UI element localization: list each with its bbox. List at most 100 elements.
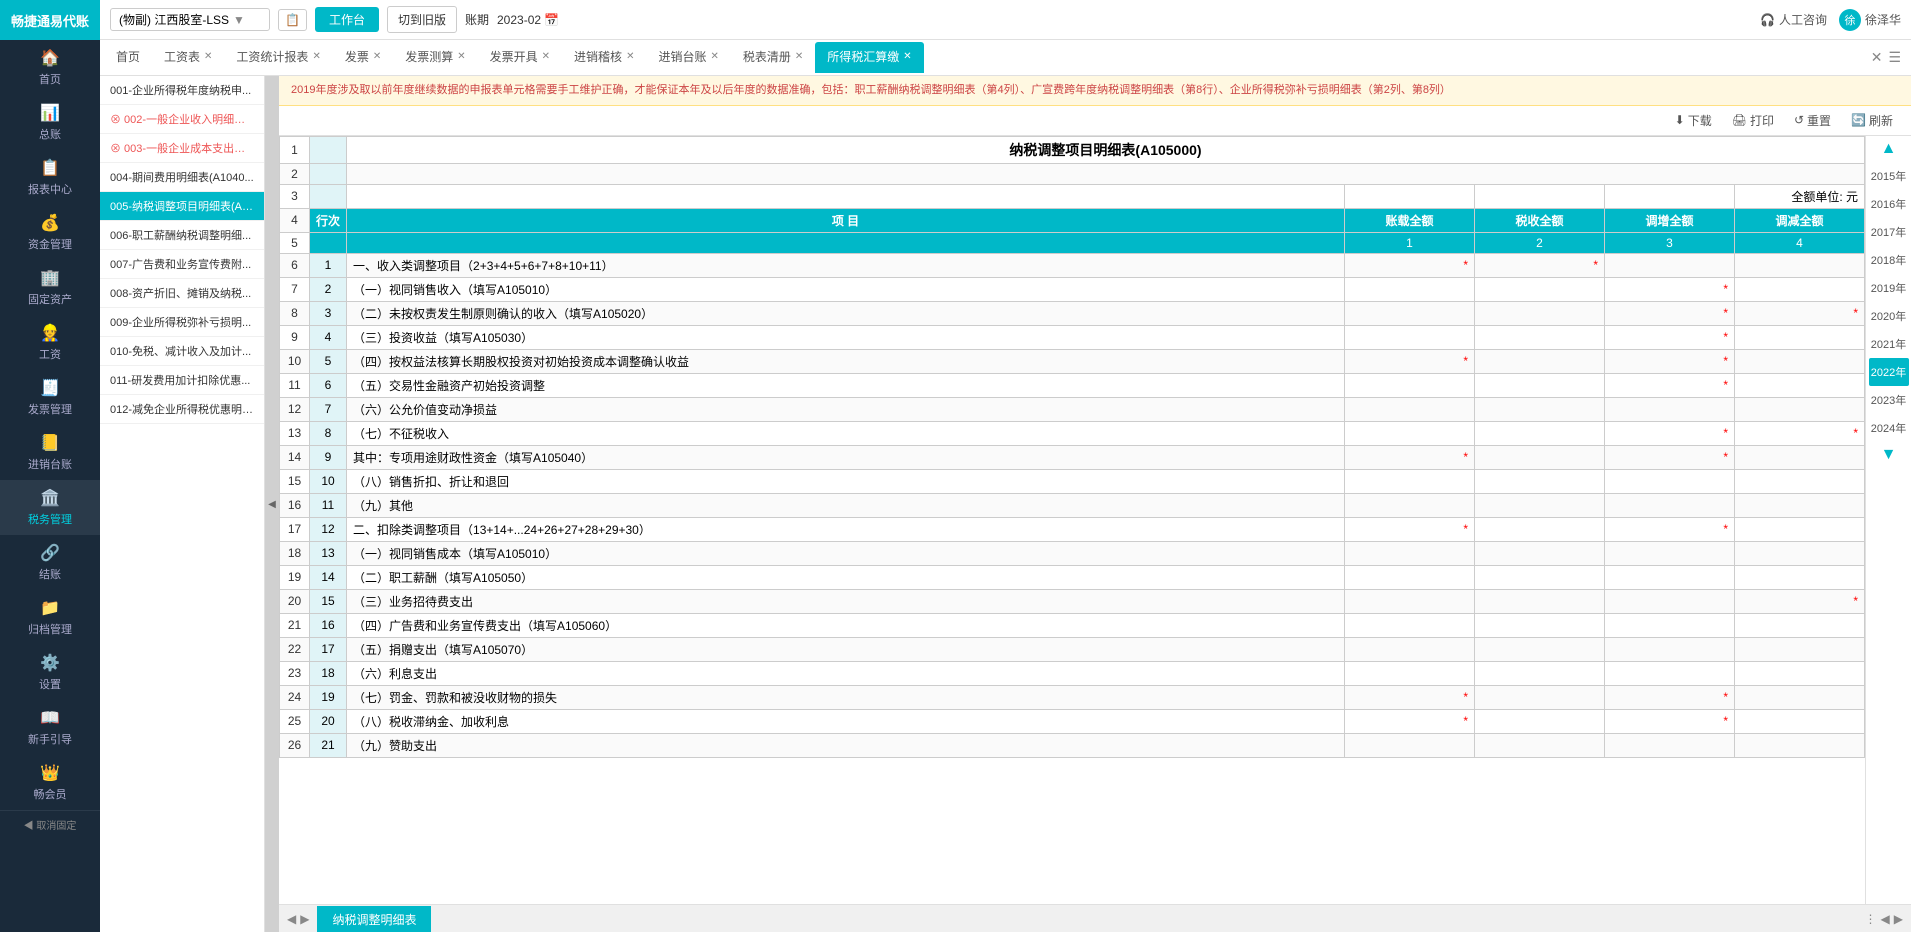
- year-nav-up[interactable]: ▲: [1877, 136, 1901, 162]
- tab-close-invoice-calc[interactable]: ✕: [457, 51, 465, 62]
- bottom-tab-adjustment[interactable]: 纳税调整明细表: [317, 906, 431, 932]
- tab-close-invoice-issue[interactable]: ✕: [542, 51, 550, 62]
- left-item-012[interactable]: 012-减免企业所得税优惠明细...: [100, 395, 264, 424]
- table-subheader-row: 5 1 2 3 4: [280, 232, 1865, 253]
- tab-close-purchase-audit[interactable]: ✕: [626, 51, 634, 62]
- table-row: 12 7 （六）公允价值变动净损益: [280, 397, 1865, 421]
- tab-purchase-ledger[interactable]: 进销台账 ✕: [646, 42, 730, 73]
- scroll-left-icon[interactable]: ◀: [1881, 912, 1890, 926]
- year-2016[interactable]: 2016年: [1869, 190, 1909, 218]
- left-item-006[interactable]: 006-职工薪酬纳税调整明细...: [100, 221, 264, 250]
- tab-salary[interactable]: 工资表 ✕: [152, 42, 224, 73]
- year-2018[interactable]: 2018年: [1869, 246, 1909, 274]
- table-row: 19 14 （二）职工薪酬（填写A105050）: [280, 565, 1865, 589]
- year-2023[interactable]: 2023年: [1869, 386, 1909, 414]
- salary-icon: 👷: [40, 323, 60, 343]
- scroll-right-icon[interactable]: ▶: [1894, 912, 1903, 926]
- sidebar-item-settings[interactable]: ⚙️ 设置: [0, 645, 100, 700]
- bottom-scroll-left[interactable]: ◀: [287, 912, 296, 926]
- sidebar-item-tax[interactable]: 🏛️ 税务管理: [0, 480, 100, 535]
- bottom-scroll-right[interactable]: ▶: [300, 912, 309, 926]
- year-2019[interactable]: 2019年: [1869, 274, 1909, 302]
- copy-icon-btn[interactable]: 📋: [278, 9, 307, 31]
- tab-salary-report[interactable]: 工资统计报表 ✕: [224, 42, 332, 73]
- year-2021[interactable]: 2021年: [1869, 330, 1909, 358]
- left-panel-toggle-btn[interactable]: ◀: [265, 76, 279, 932]
- left-item-001[interactable]: 001-企业所得税年度纳税申...: [100, 76, 264, 105]
- year-2015[interactable]: 2015年: [1869, 162, 1909, 190]
- assets-icon: 💰: [40, 213, 60, 233]
- year-2017[interactable]: 2017年: [1869, 218, 1909, 246]
- sidebar-item-ledger[interactable]: 📊 总账: [0, 95, 100, 150]
- tab-income-tax[interactable]: 所得税汇算缴 ✕: [815, 42, 923, 73]
- left-item-009[interactable]: 009-企业所得税弥补亏损明...: [100, 308, 264, 337]
- year-2020[interactable]: 2020年: [1869, 302, 1909, 330]
- headset-icon: 🎧: [1760, 13, 1775, 27]
- table-row: 11 6 （五）交易性金融资产初始投资调整 *: [280, 373, 1865, 397]
- sidebar-label-purchase-sales: 进销台账: [28, 456, 72, 472]
- sidebar-item-reports[interactable]: 📋 报表中心: [0, 150, 100, 205]
- left-item-005[interactable]: 005-纳税调整项目明细表(A1...: [100, 192, 264, 221]
- year-nav-down[interactable]: ▼: [1877, 442, 1901, 468]
- tab-home[interactable]: 首页: [104, 42, 152, 73]
- tab-close-all-btn[interactable]: ✕: [1871, 49, 1883, 66]
- sidebar-item-archive[interactable]: 📁 归档管理: [0, 590, 100, 645]
- left-item-003[interactable]: ⊗ 003-一般企业成本支出明细...: [100, 134, 264, 163]
- project-header: 项 目: [347, 208, 1345, 232]
- sidebar-label-invoice-mgmt: 发票管理: [28, 401, 72, 417]
- sidebar-item-guide[interactable]: 📖 新手引导: [0, 700, 100, 755]
- tab-menu-btn[interactable]: ☰: [1888, 49, 1901, 66]
- sidebar-collapse-btn[interactable]: ◀ 取消固定: [0, 810, 100, 838]
- workspace-button[interactable]: 工作台: [315, 7, 379, 32]
- sidebar: 畅捷通易代账 🏠 首页 📊 总账 📋 报表中心 💰 资金管理 🏢 固定资产 👷 …: [0, 0, 100, 932]
- sidebar-item-close[interactable]: 🔗 结账: [0, 535, 100, 590]
- home-icon: 🏠: [40, 48, 60, 68]
- tab-purchase-audit[interactable]: 进销稽核 ✕: [562, 42, 646, 73]
- row-num: 3: [280, 184, 310, 208]
- tab-close-salary[interactable]: ✕: [204, 51, 212, 62]
- customer-service-btn[interactable]: 🎧 人工咨询: [1760, 11, 1827, 28]
- download-button[interactable]: ⬇ 下载: [1669, 110, 1718, 131]
- left-item-002[interactable]: ⊗ 002-一般企业收入明细表(A1...: [100, 105, 264, 134]
- user-menu-btn[interactable]: 徐 徐泽华: [1839, 9, 1901, 31]
- tab-close-invoice[interactable]: ✕: [373, 51, 381, 62]
- company-selector[interactable]: (物副) 江西股室-LSS ▼: [110, 8, 270, 31]
- col-a-cell: [310, 163, 347, 184]
- reset-button[interactable]: ↺ 重置: [1788, 110, 1837, 131]
- tab-close-tax-list[interactable]: ✕: [795, 51, 803, 62]
- tab-invoice-calc[interactable]: 发票测算 ✕: [393, 42, 477, 73]
- sidebar-item-purchase-sales[interactable]: 📒 进销台账: [0, 425, 100, 480]
- tab-tax-list[interactable]: 税表清册 ✕: [731, 42, 815, 73]
- left-item-011[interactable]: 011-研发费用加计扣除优惠...: [100, 366, 264, 395]
- table-row: 22 17 （五）捐赠支出（填写A105070）: [280, 637, 1865, 661]
- table-row: 18 13 （一）视同销售成本（填写A105010）: [280, 541, 1865, 565]
- table-row: 14 9 其中：专项用途财政性资金（填写A105040） * *: [280, 445, 1865, 469]
- sidebar-item-member[interactable]: 👑 畅会员: [0, 755, 100, 810]
- left-item-010[interactable]: 010-免税、减计收入及加计...: [100, 337, 264, 366]
- tab-close-purchase-ledger[interactable]: ✕: [710, 51, 718, 62]
- calendar-icon[interactable]: 📅: [544, 13, 559, 27]
- sidebar-item-assets[interactable]: 💰 资金管理: [0, 205, 100, 260]
- left-item-004[interactable]: 004-期间费用明细表(A1040...: [100, 163, 264, 192]
- table-row: 2: [280, 163, 1865, 184]
- left-item-008[interactable]: 008-资产折旧、摊销及纳税...: [100, 279, 264, 308]
- refresh-button[interactable]: 🔄 刷新: [1845, 110, 1899, 131]
- tab-close-salary-report[interactable]: ✕: [312, 51, 320, 62]
- hang-header: 行次: [310, 208, 347, 232]
- sidebar-item-salary[interactable]: 👷 工资: [0, 315, 100, 370]
- tab-invoice-issue[interactable]: 发票开具 ✕: [478, 42, 562, 73]
- oldver-button[interactable]: 切到旧版: [387, 6, 457, 33]
- left-item-007[interactable]: 007-广告费和业务宣传费附...: [100, 250, 264, 279]
- table-row: 3 全额单位: 元: [280, 184, 1865, 208]
- sidebar-item-fixed-assets[interactable]: 🏢 固定资产: [0, 260, 100, 315]
- right-panel: 2019年度涉及取以前年度继续数据的申报表单元格需要手工维护正确，才能保证本年及…: [279, 76, 1911, 932]
- sidebar-item-invoice-mgmt[interactable]: 🧾 发票管理: [0, 370, 100, 425]
- year-2024[interactable]: 2024年: [1869, 414, 1909, 442]
- print-button[interactable]: 🖨 打印: [1726, 110, 1780, 131]
- settings-icon: ⚙️: [40, 653, 60, 673]
- sidebar-item-home[interactable]: 🏠 首页: [0, 40, 100, 95]
- tab-close-income-tax[interactable]: ✕: [903, 51, 911, 62]
- year-2022[interactable]: 2022年: [1869, 358, 1909, 386]
- tab-invoice[interactable]: 发票 ✕: [333, 42, 393, 73]
- scroll-dots-icon: ⋮: [1865, 912, 1877, 926]
